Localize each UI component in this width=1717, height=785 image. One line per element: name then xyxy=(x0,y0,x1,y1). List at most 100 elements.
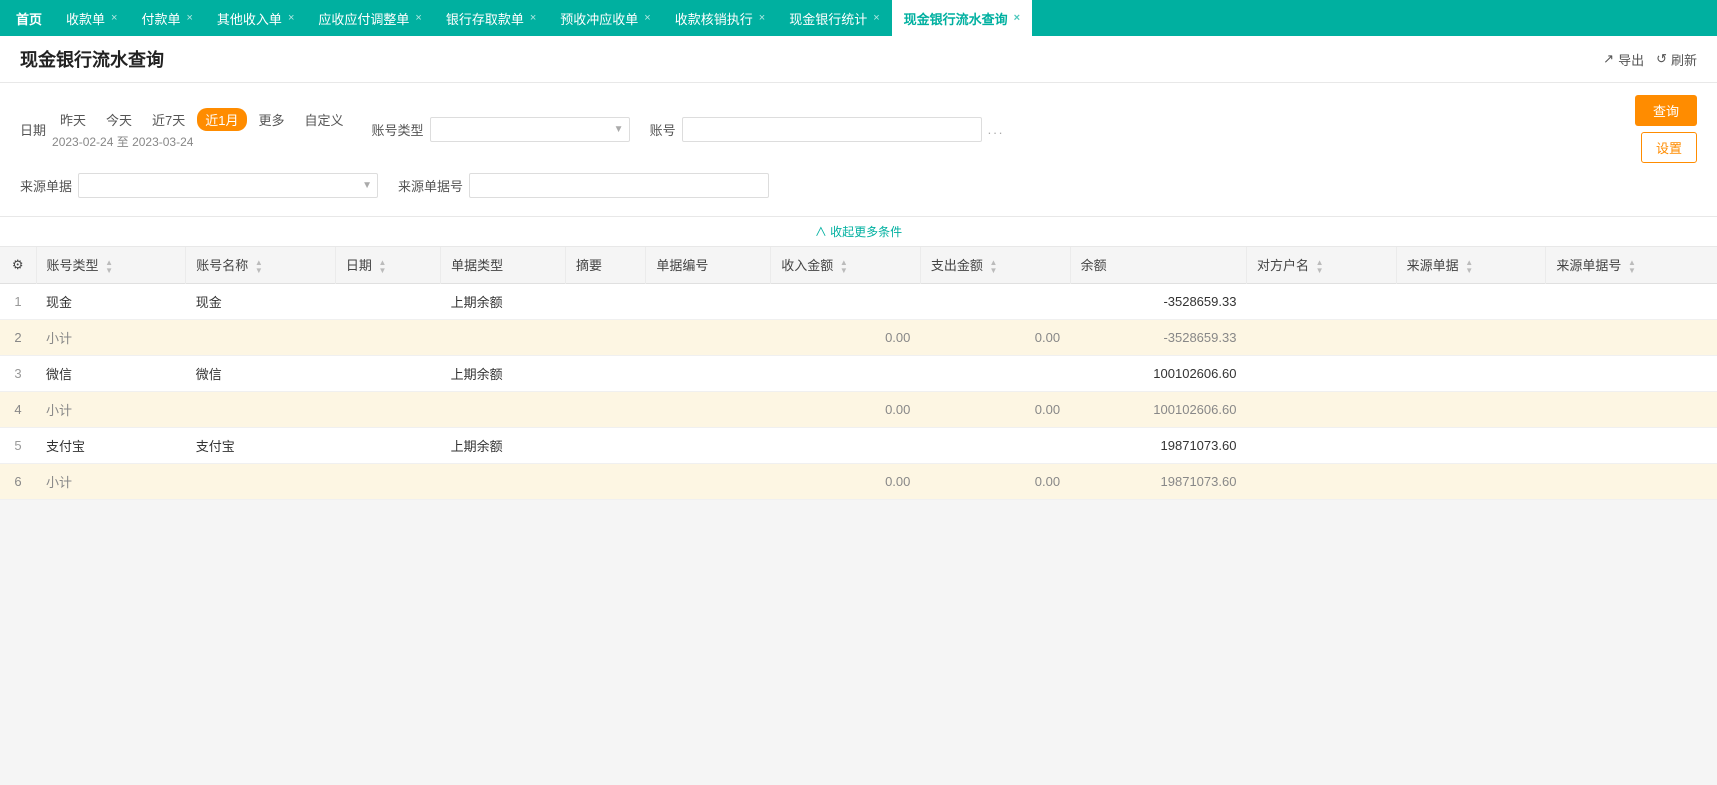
nav-cash-bank-stat[interactable]: 现金银行统计× xyxy=(777,0,891,36)
th-source-doc[interactable]: 来源单据 ▲▼ xyxy=(1396,247,1546,283)
cell-date xyxy=(335,391,440,427)
nav-prepaid-offset[interactable]: 预收冲应收单× xyxy=(548,0,662,36)
close-collection-icon[interactable]: × xyxy=(759,12,765,24)
account-input[interactable] xyxy=(682,117,982,142)
cell-source-doc xyxy=(1396,355,1546,391)
date-opt-yesterday[interactable]: 昨天 xyxy=(52,108,94,131)
cell-source-doc-no xyxy=(1546,463,1717,499)
cell-income: 0.00 xyxy=(771,463,921,499)
th-source-doc-no[interactable]: 来源单据号 ▲▼ xyxy=(1546,247,1717,283)
cell-account-type: 小计 xyxy=(36,391,186,427)
close-payments-icon[interactable]: × xyxy=(186,12,192,24)
export-button[interactable]: ↗ 导出 xyxy=(1603,50,1644,69)
cell-date xyxy=(335,463,440,499)
table-row[interactable]: 5支付宝支付宝上期余额19871073.60 xyxy=(0,427,1717,463)
date-opt-custom[interactable]: 自定义 xyxy=(297,108,352,131)
nav-other-income[interactable]: 其他收入单× xyxy=(205,0,306,36)
cell-source-doc-no xyxy=(1546,427,1717,463)
nav-receipts[interactable]: 收款单× xyxy=(54,0,129,36)
cell-doc-no xyxy=(646,391,771,427)
th-account-name[interactable]: 账号名称 ▲▼ xyxy=(186,247,336,283)
close-prepaid-icon[interactable]: × xyxy=(644,12,650,24)
source-doc-select[interactable] xyxy=(78,173,378,198)
cell-summary xyxy=(565,391,645,427)
cell-doc-no xyxy=(646,355,771,391)
cell-expense xyxy=(920,355,1070,391)
cell-doc-no xyxy=(646,463,771,499)
cell-counterpart xyxy=(1246,319,1396,355)
cell-balance: -3528659.33 xyxy=(1070,283,1246,319)
nav-cash-bank-flow[interactable]: 现金银行流水查询× xyxy=(892,0,1032,36)
top-nav: 首页 收款单× 付款单× 其他收入单× 应收应付调整单× 银行存取款单× 预收冲… xyxy=(0,0,1717,36)
source-doc-num-filter-group: 来源单据号 xyxy=(398,173,769,198)
cell-summary xyxy=(565,427,645,463)
th-account-type[interactable]: 账号类型 ▲▼ xyxy=(36,247,186,283)
th-expense[interactable]: 支出金额 ▲▼ xyxy=(920,247,1070,283)
cell-account-name xyxy=(186,463,336,499)
th-counterpart[interactable]: 对方户名 ▲▼ xyxy=(1246,247,1396,283)
cell-account-type: 小计 xyxy=(36,463,186,499)
close-cash-flow-icon[interactable]: × xyxy=(1014,12,1020,24)
close-bank-deposit-icon[interactable]: × xyxy=(530,12,536,24)
th-doc-no: 单据编号 xyxy=(646,247,771,283)
cell-expense: 0.00 xyxy=(920,463,1070,499)
table-row[interactable]: 1现金现金上期余额-3528659.33 xyxy=(0,283,1717,319)
collapse-label: 收起更多条件 xyxy=(830,225,902,239)
settings-button[interactable]: 设置 xyxy=(1641,132,1697,163)
cell-num: 3 xyxy=(0,355,36,391)
sort-account-type-icon: ▲▼ xyxy=(105,259,113,275)
source-doc-num-input[interactable] xyxy=(469,173,769,198)
cell-date xyxy=(335,283,440,319)
th-income[interactable]: 收入金额 ▲▼ xyxy=(771,247,921,283)
query-button[interactable]: 查询 xyxy=(1635,95,1697,126)
nav-bank-deposit[interactable]: 银行存取款单× xyxy=(434,0,548,36)
date-range-display: 2023-02-24 至 2023-03-24 xyxy=(52,133,352,150)
cell-source-doc xyxy=(1396,391,1546,427)
th-gear[interactable]: ⚙ xyxy=(0,247,36,283)
cell-account-type: 小计 xyxy=(36,319,186,355)
nav-home[interactable]: 首页 xyxy=(4,0,54,36)
table-row[interactable]: 6小计0.000.0019871073.60 xyxy=(0,463,1717,499)
cell-num: 1 xyxy=(0,283,36,319)
th-balance: 余额 xyxy=(1070,247,1246,283)
cell-balance: -3528659.33 xyxy=(1070,319,1246,355)
date-opt-7days[interactable]: 近7天 xyxy=(144,108,193,131)
close-cash-stat-icon[interactable]: × xyxy=(873,12,879,24)
source-doc-label: 来源单据 xyxy=(20,176,72,195)
cell-income: 0.00 xyxy=(771,391,921,427)
date-opt-1month[interactable]: 近1月 xyxy=(197,108,246,131)
cell-expense: 0.00 xyxy=(920,319,1070,355)
source-doc-num-label: 来源单据号 xyxy=(398,176,463,195)
cell-expense: 0.00 xyxy=(920,391,1070,427)
cell-income xyxy=(771,283,921,319)
th-date[interactable]: 日期 ▲▼ xyxy=(335,247,440,283)
close-receipts-icon[interactable]: × xyxy=(111,12,117,24)
date-opt-today[interactable]: 今天 xyxy=(98,108,140,131)
cell-counterpart xyxy=(1246,427,1396,463)
close-ar-ap-icon[interactable]: × xyxy=(415,12,421,24)
nav-collection-exec[interactable]: 收款核销执行× xyxy=(663,0,777,36)
cell-date xyxy=(335,355,440,391)
filter-row-1: 日期 昨天 今天 近7天 近1月 更多 自定义 2023-02-24 至 202… xyxy=(20,95,1697,163)
close-other-income-icon[interactable]: × xyxy=(288,12,294,24)
cell-source-doc xyxy=(1396,463,1546,499)
account-more-dots[interactable]: ... xyxy=(988,122,1005,137)
refresh-label: 刷新 xyxy=(1671,50,1697,69)
cell-doc-no xyxy=(646,319,771,355)
sort-income-icon: ▲▼ xyxy=(840,259,848,275)
nav-payments[interactable]: 付款单× xyxy=(129,0,204,36)
account-type-select[interactable] xyxy=(430,117,630,142)
cell-doc-type xyxy=(441,463,566,499)
table-row[interactable]: 4小计0.000.00100102606.60 xyxy=(0,391,1717,427)
table-row[interactable]: 3微信微信上期余额100102606.60 xyxy=(0,355,1717,391)
date-opt-more[interactable]: 更多 xyxy=(251,108,293,131)
date-options: 昨天 今天 近7天 近1月 更多 自定义 xyxy=(52,108,352,131)
cell-source-doc-no xyxy=(1546,391,1717,427)
collapse-bar[interactable]: ∧ 收起更多条件 xyxy=(0,217,1717,247)
date-label: 日期 xyxy=(20,120,46,139)
account-type-select-wrapper: ▼ xyxy=(430,117,630,142)
table-row[interactable]: 2小计0.000.00-3528659.33 xyxy=(0,319,1717,355)
refresh-button[interactable]: ↺ 刷新 xyxy=(1656,50,1697,69)
nav-ar-ap-adjust[interactable]: 应收应付调整单× xyxy=(306,0,433,36)
cell-source-doc xyxy=(1396,319,1546,355)
